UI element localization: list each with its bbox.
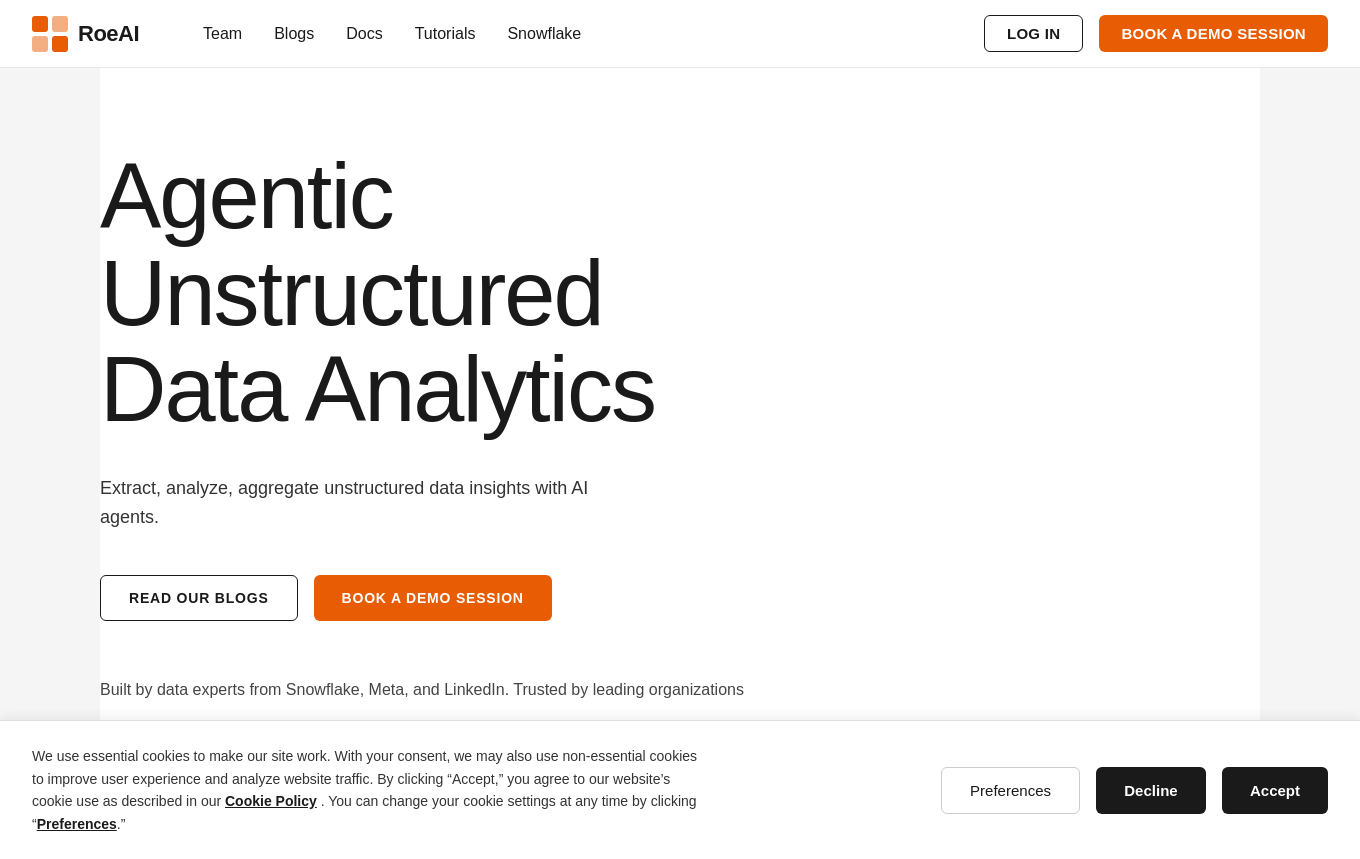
cookie-banner: We use essential cookies to make our sit… — [0, 720, 1360, 859]
login-button[interactable]: LOG IN — [984, 15, 1083, 52]
main-content: Agentic Unstructured Data Analytics Extr… — [0, 68, 1360, 759]
hero-buttons: READ OUR BLOGS BOOK A DEMO SESSION — [100, 575, 1260, 621]
svg-rect-0 — [32, 16, 48, 32]
hero-subtitle: Extract, analyze, aggregate unstructured… — [100, 474, 640, 532]
nav-tutorials[interactable]: Tutorials — [415, 25, 476, 43]
svg-rect-1 — [52, 16, 68, 32]
hero-section: Agentic Unstructured Data Analytics Extr… — [100, 68, 1260, 759]
preferences-button[interactable]: Preferences — [941, 767, 1080, 814]
accept-button[interactable]: Accept — [1222, 767, 1328, 814]
nav-left: RoeAI Team Blogs Docs Tutorials Snowflak… — [32, 16, 581, 52]
nav-team[interactable]: Team — [203, 25, 242, 43]
hero-title: Agentic Unstructured Data Analytics — [100, 148, 1260, 438]
nav-links: Team Blogs Docs Tutorials Snowflake — [203, 25, 581, 43]
hero-title-line2: Unstructured — [100, 242, 603, 344]
logo-link[interactable]: RoeAI — [32, 16, 139, 52]
logo-icon — [32, 16, 68, 52]
cookie-buttons: Preferences Decline Accept — [941, 767, 1328, 814]
nav-blogs[interactable]: Blogs — [274, 25, 314, 43]
nav-docs[interactable]: Docs — [346, 25, 382, 43]
cookie-preferences-inline-link[interactable]: Preferences — [37, 816, 117, 832]
book-demo-nav-button[interactable]: BOOK A DEMO SESSION — [1099, 15, 1328, 52]
book-demo-hero-button[interactable]: BOOK A DEMO SESSION — [314, 575, 552, 621]
svg-rect-2 — [32, 36, 48, 52]
nav-right: LOG IN BOOK A DEMO SESSION — [984, 15, 1328, 52]
navbar: RoeAI Team Blogs Docs Tutorials Snowflak… — [0, 0, 1360, 68]
logo-text: RoeAI — [78, 21, 139, 47]
decline-button[interactable]: Decline — [1096, 767, 1206, 814]
nav-snowflake[interactable]: Snowflake — [507, 25, 581, 43]
svg-rect-3 — [52, 36, 68, 52]
hero-title-line3: Data Analytics — [100, 338, 655, 440]
cookie-policy-link[interactable]: Cookie Policy — [225, 793, 317, 809]
hero-title-line1: Agentic — [100, 145, 393, 247]
cookie-text-close: .” — [117, 816, 126, 832]
cookie-text: We use essential cookies to make our sit… — [32, 745, 712, 835]
read-blogs-button[interactable]: READ OUR BLOGS — [100, 575, 298, 621]
built-by-text: Built by data experts from Snowflake, Me… — [100, 681, 1260, 699]
